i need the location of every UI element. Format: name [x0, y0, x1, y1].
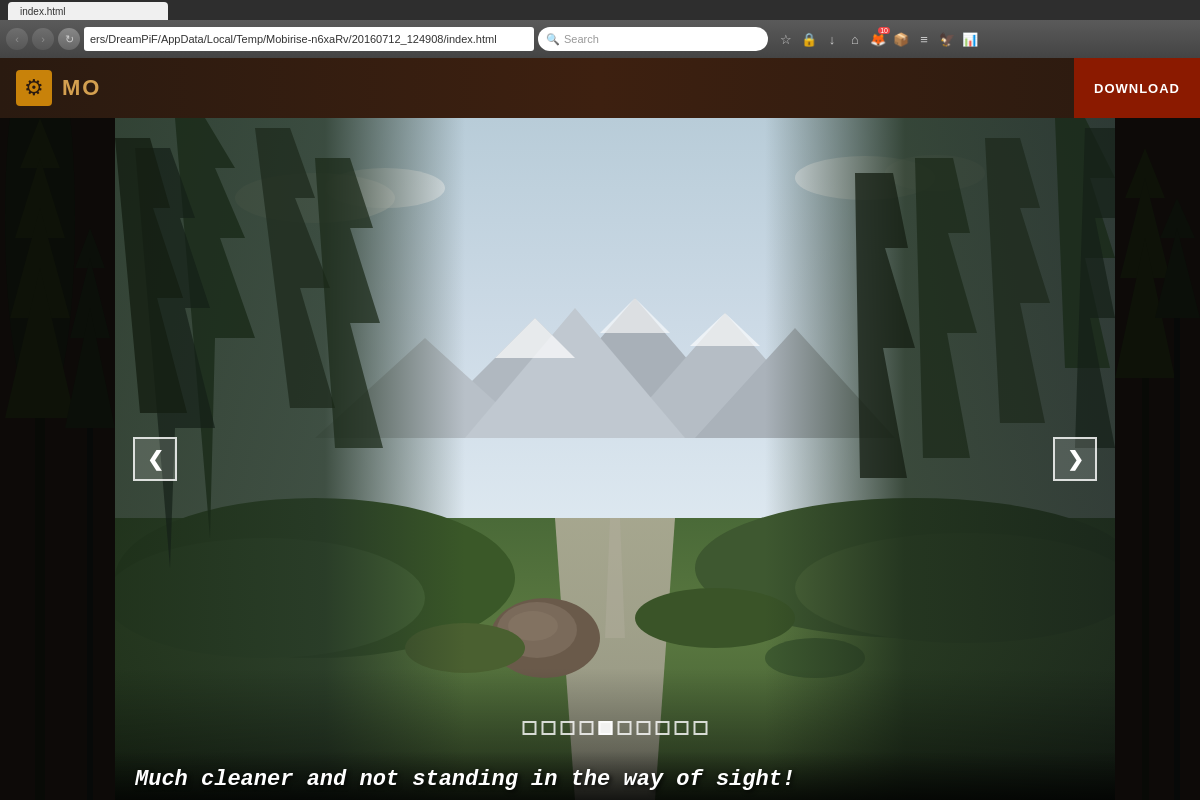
left-panel-svg	[0, 118, 115, 800]
app-logo-area: ⚙ MO	[16, 70, 101, 106]
svg-rect-16	[1142, 378, 1149, 800]
search-placeholder: Search	[564, 33, 599, 45]
extra-icon[interactable]: 🦅	[937, 29, 957, 49]
gear-symbol: ⚙	[24, 75, 44, 101]
browser-toolbar: ‹ › ↻ ers/DreamPiF/AppData/Local/Temp/Mo…	[0, 20, 1200, 58]
prev-arrow-icon: ❮	[147, 447, 164, 471]
next-slide-button[interactable]: ❯	[1053, 437, 1097, 481]
svg-rect-7	[37, 418, 44, 800]
extra-icon-2[interactable]: 📊	[960, 29, 980, 49]
toolbar-icons: ☆ 🔒 ↓ ⌂ 🦊 10 📦 ≡ 🦅 📊	[776, 29, 980, 49]
browser-chrome: index.html ‹ › ↻ ers/DreamPiF/AppData/Lo…	[0, 0, 1200, 58]
extensions-icon[interactable]: 🦊 10	[868, 29, 888, 49]
download-button[interactable]: DOWNLOAD	[1074, 58, 1200, 118]
prev-slide-button[interactable]: ❮	[133, 437, 177, 481]
caption-overlay: Much cleaner and not standing in the way…	[115, 751, 1115, 800]
slide-dot-10[interactable]	[694, 721, 708, 735]
download-arrow-icon[interactable]: ↓	[822, 29, 842, 49]
tab-bar: index.html	[0, 0, 1200, 20]
refresh-icon: ↻	[65, 33, 74, 46]
side-panel-right	[1115, 118, 1200, 800]
next-arrow-icon: ❯	[1067, 447, 1084, 471]
bookmark-icon[interactable]: ☆	[776, 29, 796, 49]
back-icon: ‹	[15, 33, 19, 45]
refresh-button[interactable]: ↻	[58, 28, 80, 50]
menu-icon[interactable]: ≡	[914, 29, 934, 49]
extensions-menu-icon[interactable]: 📦	[891, 29, 911, 49]
right-panel-svg	[1115, 118, 1200, 800]
tab-title: index.html	[20, 6, 66, 17]
slide-dot-9[interactable]	[675, 721, 689, 735]
slide-dot-3[interactable]	[561, 721, 575, 735]
nature-scene-svg	[115, 118, 1115, 800]
download-label: DOWNLOAD	[1094, 81, 1180, 96]
address-text: ers/DreamPiF/AppData/Local/Temp/Mobirise…	[90, 33, 528, 45]
slide-dot-4[interactable]	[580, 721, 594, 735]
side-panel-left	[0, 118, 115, 800]
address-bar[interactable]: ers/DreamPiF/AppData/Local/Temp/Mobirise…	[84, 27, 534, 51]
caption-text: Much cleaner and not standing in the way…	[135, 767, 1095, 792]
active-tab[interactable]: index.html	[8, 2, 168, 20]
main-content: ❮ ❯	[0, 118, 1200, 800]
slide-dot-7[interactable]	[637, 721, 651, 735]
slide-dot-6[interactable]	[618, 721, 632, 735]
svg-rect-11	[87, 428, 93, 800]
forward-icon: ›	[41, 33, 45, 45]
page-wrapper: ⚙ MO DOWNLOAD	[0, 58, 1200, 800]
app-name: MO	[62, 75, 101, 101]
slide-dot-2[interactable]	[542, 721, 556, 735]
search-bar[interactable]: 🔍 Search	[538, 27, 768, 51]
slide-dot-8[interactable]	[656, 721, 670, 735]
gear-logo-icon: ⚙	[16, 70, 52, 106]
app-header: ⚙ MO DOWNLOAD	[0, 58, 1200, 118]
slider-image: ❮ ❯	[115, 118, 1115, 800]
slide-dot-1[interactable]	[523, 721, 537, 735]
slide-dots	[523, 721, 708, 735]
lock-icon[interactable]: 🔒	[799, 29, 819, 49]
slide-dot-5[interactable]	[599, 721, 613, 735]
svg-rect-12	[1115, 118, 1200, 800]
slider-container: ❮ ❯	[115, 118, 1115, 800]
svg-rect-19	[1174, 318, 1180, 800]
forward-button[interactable]: ›	[32, 28, 54, 50]
home-icon[interactable]: ⌂	[845, 29, 865, 49]
badge-count: 10	[878, 27, 890, 34]
back-button[interactable]: ‹	[6, 28, 28, 50]
search-icon: 🔍	[546, 33, 560, 46]
